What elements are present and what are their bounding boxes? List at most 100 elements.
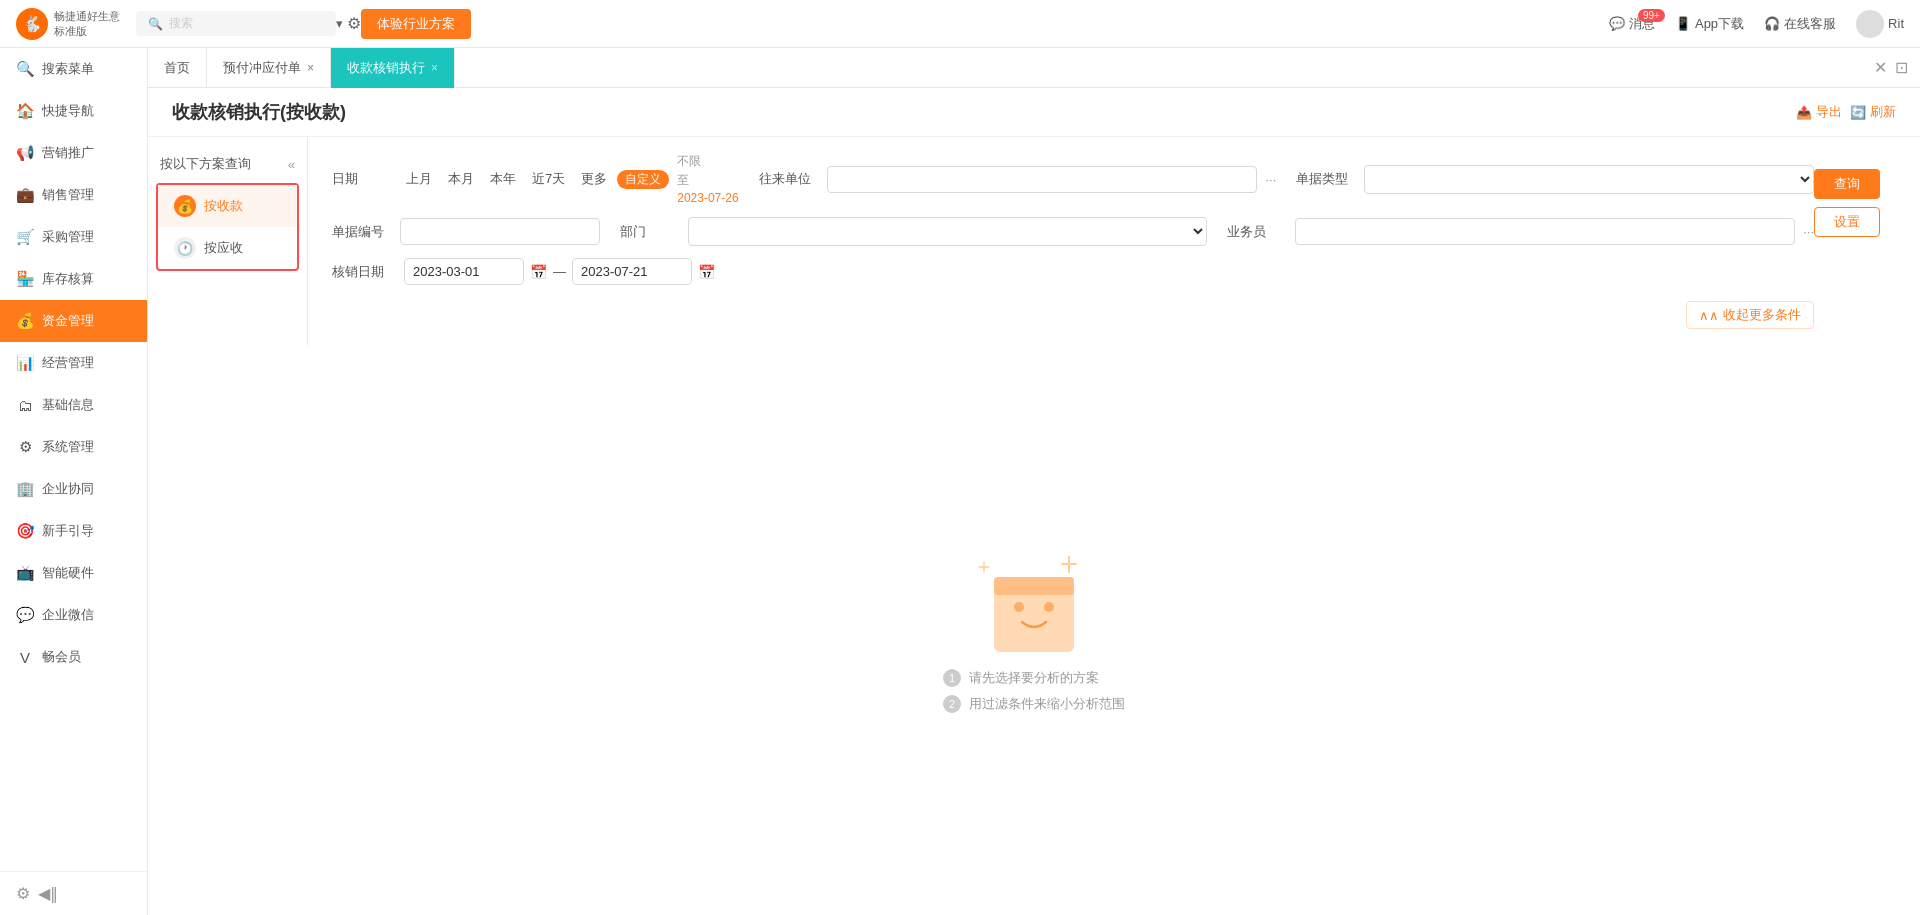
finance-icon: 💰 [16, 312, 34, 330]
sidebar-item-guide[interactable]: 🎯 新手引导 [0, 510, 147, 552]
tab-fullscreen-btn[interactable]: ⊡ [1895, 58, 1908, 77]
dept-filter-group: 部门 [620, 217, 1207, 246]
tab-close-all-btn[interactable]: ✕ [1874, 58, 1887, 77]
empty-hints: 1 请先选择要分析的方案 2 用过滤条件来缩小分析范围 [943, 669, 1125, 713]
logo: 🐇 畅捷通好生意 标准版 [16, 8, 120, 40]
sidebar-item-hardware[interactable]: 📺 智能硬件 [0, 552, 147, 594]
export-icon: 📤 [1796, 105, 1812, 120]
sidebar-item-enterprise[interactable]: 🏢 企业协同 [0, 468, 147, 510]
query-btn[interactable]: 查询 [1814, 169, 1880, 199]
dropdown-chevron-btn[interactable]: ▾ [336, 16, 343, 31]
filter-by-receivable[interactable]: 🕐 按应收 [158, 227, 297, 269]
sidebar-item-basic[interactable]: 🗂 基础信息 [0, 384, 147, 426]
doctype-select[interactable] [1364, 165, 1814, 194]
sidebar-item-system[interactable]: ⚙ 系统管理 [0, 426, 147, 468]
management-icon: 📊 [16, 354, 34, 372]
tab-prepay-close[interactable]: × [307, 61, 314, 75]
partner-filter-group: 往来单位 ··· [759, 166, 1277, 193]
industry-plan-btn[interactable]: 体验行业方案 [361, 9, 471, 39]
sidebar-collapse-btn[interactable]: ◀‖ [38, 884, 58, 903]
dept-select[interactable] [688, 217, 1207, 246]
setting-btn[interactable]: 设置 [1814, 207, 1880, 237]
date-options: 上月 本月 本年 近7天 更多 自定义 [400, 168, 669, 190]
hint-text-2: 用过滤条件来缩小分析范围 [969, 695, 1125, 713]
salesperson-input[interactable] [1295, 218, 1795, 245]
search-menu-icon: 🔍 [16, 60, 34, 78]
topbar-right: 💬 消息 99+ 📱 App下载 🎧 在线客服 Rit [1609, 10, 1904, 38]
date-opt-lastmonth[interactable]: 上月 [400, 168, 438, 190]
sidebar-item-member[interactable]: V 畅会员 [0, 636, 147, 678]
online-service-btn[interactable]: 🎧 在线客服 [1764, 15, 1836, 33]
tab-home[interactable]: 首页 [148, 48, 207, 88]
app-download-btn[interactable]: 📱 App下载 [1675, 15, 1744, 33]
docno-input[interactable] [400, 218, 600, 245]
filter-by-receipt[interactable]: 💰 按收款 [158, 185, 297, 227]
sidebar-item-sales[interactable]: 💼 销售管理 [0, 174, 147, 216]
filter-sidebar: 按以下方案查询 « 💰 按收款 🕐 按应收 [148, 137, 308, 345]
doctype-label: 单据类型 [1296, 170, 1356, 188]
partner-dots[interactable]: ··· [1265, 172, 1276, 187]
sidebar-bottom: ⚙ ◀‖ [0, 871, 147, 915]
partner-label: 往来单位 [759, 170, 819, 188]
empty-svg [974, 547, 1094, 657]
calendar-end-icon[interactable]: 📅 [698, 264, 715, 280]
svg-point-2 [1014, 602, 1024, 612]
filter-fields: 日期 上月 本月 本年 近7天 更多 自定义 [332, 153, 1814, 329]
date-opt-thismonth[interactable]: 本月 [442, 168, 480, 190]
docno-filter-group: 单据编号 [332, 218, 600, 245]
date-label: 日期 [332, 170, 392, 188]
sidebar-item-finance[interactable]: 💰 资金管理 [0, 300, 147, 342]
svg-point-3 [1044, 602, 1054, 612]
sidebar-item-marketing[interactable]: 📢 营销推广 [0, 132, 147, 174]
hint-num-1: 1 [943, 669, 961, 687]
calendar-start-icon[interactable]: 📅 [530, 264, 547, 280]
date-nolimit-group: 不限 至 2023-07-26 [677, 153, 738, 205]
sidebar-item-inventory[interactable]: 🏪 库存核算 [0, 258, 147, 300]
refresh-btn[interactable]: 🔄 刷新 [1850, 103, 1896, 121]
sidebar-item-search[interactable]: 🔍 搜索菜单 [0, 48, 147, 90]
dept-label: 部门 [620, 223, 680, 241]
salesperson-filter-group: 业务员 ··· [1227, 218, 1814, 245]
message-btn[interactable]: 💬 消息 99+ [1609, 15, 1655, 33]
docno-label: 单据编号 [332, 223, 392, 241]
sidebar-item-wechat[interactable]: 💬 企业微信 [0, 594, 147, 636]
svg-rect-1 [994, 577, 1074, 595]
collapse-row: ∧∧ 收起更多条件 [332, 301, 1814, 329]
settings-gear-btn[interactable]: ⚙ [347, 14, 361, 33]
partner-input[interactable] [827, 166, 1258, 193]
sidebar-item-purchase[interactable]: 🛒 采购管理 [0, 216, 147, 258]
page-title: 收款核销执行(按收款) [172, 100, 346, 124]
filter-row-1: 日期 上月 本月 本年 近7天 更多 自定义 [332, 153, 1896, 329]
user-avatar[interactable]: Rit [1856, 10, 1904, 38]
tab-writeoff-close[interactable]: × [431, 61, 438, 75]
marketing-icon: 📢 [16, 144, 34, 162]
wechat-icon: 💬 [16, 606, 34, 624]
inventory-icon: 🏪 [16, 270, 34, 288]
filter-sidebar-collapse-btn[interactable]: « [288, 157, 295, 172]
verify-date-group: 📅 — 📅 [404, 258, 715, 285]
verify-date-end-input[interactable] [572, 258, 692, 285]
export-btn[interactable]: 📤 导出 [1796, 103, 1842, 121]
collapse-more-btn[interactable]: ∧∧ 收起更多条件 [1686, 301, 1814, 329]
date-opt-7days[interactable]: 近7天 [526, 168, 571, 190]
tab-actions: ✕ ⊡ [1862, 58, 1920, 77]
date-opt-more[interactable]: 更多 [575, 168, 613, 190]
empty-hint-2: 2 用过滤条件来缩小分析范围 [943, 695, 1125, 713]
right-filter-panel: 日期 上月 本月 本年 近7天 更多 自定义 [308, 137, 1920, 345]
receipt-icon: 💰 [174, 195, 196, 217]
settings-bottom-icon[interactable]: ⚙ [16, 884, 30, 903]
sidebar-item-quicknav[interactable]: 🏠 快捷导航 [0, 90, 147, 132]
guide-icon: 🎯 [16, 522, 34, 540]
tab-writeoff[interactable]: 收款核销执行 × [331, 48, 455, 88]
sidebar-item-management[interactable]: 📊 经营管理 [0, 342, 147, 384]
verify-date-start-input[interactable] [404, 258, 524, 285]
filter-top-row: 日期 上月 本月 本年 近7天 更多 自定义 [332, 153, 1814, 205]
sales-icon: 💼 [16, 186, 34, 204]
svg-rect-0 [994, 587, 1074, 652]
doctype-filter-group: 单据类型 [1296, 165, 1814, 194]
tab-prepay[interactable]: 预付冲应付单 × [207, 48, 331, 88]
page-header-actions: 📤 导出 🔄 刷新 [1796, 103, 1896, 121]
date-opt-thisyear[interactable]: 本年 [484, 168, 522, 190]
enterprise-icon: 🏢 [16, 480, 34, 498]
salesperson-dots[interactable]: ··· [1803, 224, 1814, 239]
